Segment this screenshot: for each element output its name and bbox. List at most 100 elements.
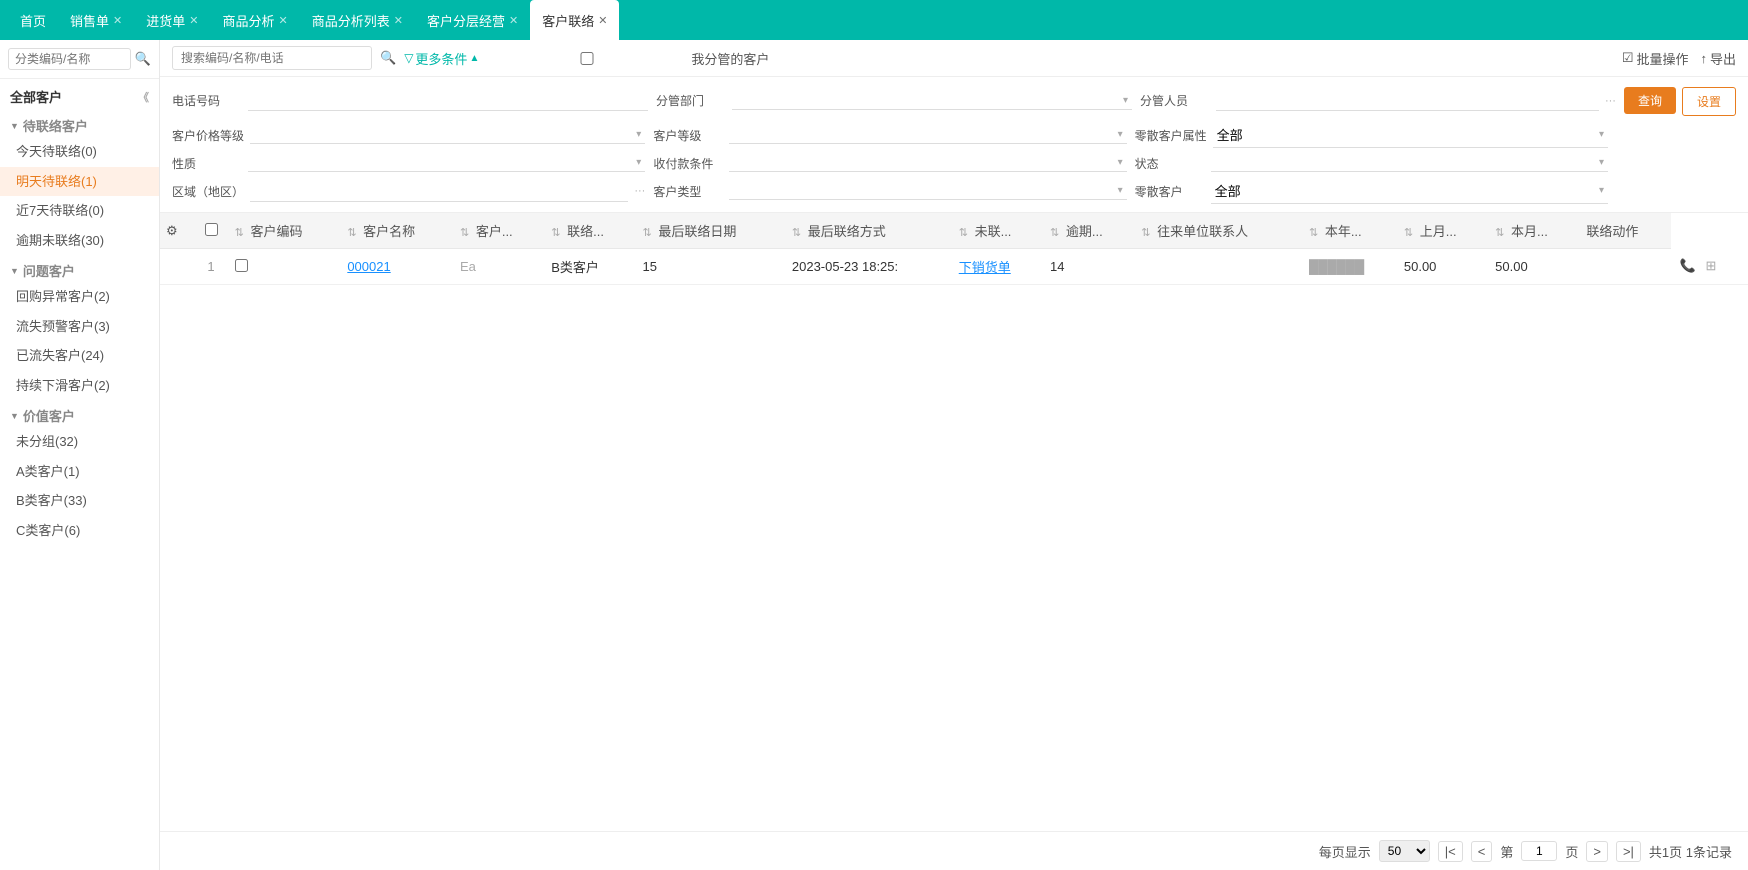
- sidebar-item-abnormal-repurchase[interactable]: 回购异常客户(2): [0, 282, 159, 312]
- last-month-value: 50.00: [1495, 259, 1528, 274]
- filter-nature-label: 性质: [172, 155, 242, 172]
- last-method-link[interactable]: 下销货单: [959, 260, 1011, 275]
- advanced-filter-panel: 电话号码 分管部门 ▾ 分管人员 ··· 查询 设置: [160, 77, 1748, 213]
- next-page-button[interactable]: >: [1586, 841, 1608, 862]
- action-more-icon[interactable]: ⊞: [1706, 258, 1717, 273]
- chevron-down-icon: ▾: [1123, 95, 1128, 106]
- pagination: 每页显示 50 100 200 |< < 第 页 > >| 共1页 1条记录: [160, 831, 1748, 870]
- filter-retail-customer-select[interactable]: 全部 ▾: [1211, 178, 1608, 204]
- chevron-down-icon-6: ▾: [1118, 157, 1123, 168]
- customer-code-link[interactable]: 000021: [347, 259, 390, 274]
- subsection-problem-customers: 问题客户: [0, 255, 159, 282]
- close-customer-layering-icon[interactable]: ✕: [509, 14, 518, 27]
- close-customer-contact-icon[interactable]: ✕: [598, 14, 607, 27]
- nav-home[interactable]: 首页: [8, 0, 58, 40]
- row-checkbox[interactable]: [235, 259, 248, 272]
- col-overdue: ⇅ 逾期...: [1044, 213, 1135, 249]
- filter-dept: 分管部门 ▾: [656, 92, 1132, 110]
- row-last-method-cell: 下销货单: [953, 249, 1044, 285]
- sidebar-search-icon[interactable]: 🔍: [135, 51, 151, 67]
- row-overdue-cell: [1135, 249, 1303, 285]
- filter-price-level-label: 客户价格等级: [172, 127, 244, 144]
- sidebar-item-c-class[interactable]: C类客户(6): [0, 516, 159, 546]
- sidebar-item-today[interactable]: 今天待联络(0): [0, 137, 159, 167]
- sidebar-item-7days[interactable]: 近7天待联络(0): [0, 196, 159, 226]
- all-customers-toggle-icon[interactable]: 《: [138, 89, 149, 105]
- first-page-button[interactable]: |<: [1438, 841, 1463, 862]
- filter-payment-select[interactable]: ▾: [729, 154, 1126, 172]
- filter-bar: 🔍 ▽ 更多条件 ▲ 我分管的客户 ☑ 批量操作 ↑ 导出: [160, 40, 1748, 77]
- col-sort-icon-overdue: ⇅: [1050, 227, 1059, 239]
- filter-nature-select[interactable]: ▾: [248, 154, 645, 172]
- page-label: 第: [1500, 842, 1513, 861]
- batch-op-button[interactable]: ☑ 批量操作: [1622, 49, 1689, 68]
- data-table-area: ⚙ ⇅ 客户编码 ⇅ 客户名称: [160, 213, 1748, 831]
- col-checkbox: [193, 213, 228, 249]
- row-this-month-cell: [1580, 249, 1670, 285]
- settings-icon[interactable]: ⚙: [166, 223, 178, 238]
- row-code-cell: 000021: [341, 249, 454, 285]
- filter-icon: ▽: [404, 51, 413, 65]
- export-button[interactable]: ↑ 导出: [1700, 49, 1736, 68]
- sidebar-item-ungrouped[interactable]: 未分组(32): [0, 427, 159, 457]
- page-number-input[interactable]: [1521, 841, 1557, 861]
- nav-product-analysis-list[interactable]: 商品分析列表 ✕: [300, 0, 415, 40]
- sidebar-item-b-class[interactable]: B类客户(33): [0, 486, 159, 516]
- sidebar-item-tomorrow[interactable]: 明天待联络(1): [0, 167, 159, 197]
- my-customer-checkbox[interactable]: [487, 52, 687, 65]
- sidebar-item-declining[interactable]: 持续下滑客户(2): [0, 371, 159, 401]
- col-customer-name: ⇅ 客户名称: [341, 213, 454, 249]
- row-type-cell: B类客户: [545, 249, 636, 285]
- col-this-year: ⇅ 本年...: [1303, 213, 1398, 249]
- nav-purchase[interactable]: 进货单 ✕: [134, 0, 210, 40]
- filter-customer-type-select[interactable]: ▾: [729, 182, 1126, 200]
- search-button[interactable]: 🔍: [380, 50, 396, 66]
- search-input[interactable]: [172, 46, 372, 70]
- setting-button[interactable]: 设置: [1682, 87, 1736, 116]
- filter-region-more-icon[interactable]: ···: [634, 185, 645, 197]
- filter-manager-more-icon[interactable]: ···: [1605, 95, 1616, 107]
- batch-icon: ☑: [1622, 50, 1634, 66]
- close-purchase-icon[interactable]: ✕: [189, 14, 198, 27]
- close-sales-icon[interactable]: ✕: [113, 14, 122, 27]
- my-customer-checkbox-label[interactable]: 我分管的客户: [487, 49, 769, 68]
- col-sort-icon-code: ⇅: [235, 227, 244, 239]
- sidebar-item-churn-warning[interactable]: 流失预警客户(3): [0, 312, 159, 342]
- filter-customer-level-select[interactable]: ▾: [729, 126, 1126, 144]
- filter-price-level-select[interactable]: ▾: [250, 126, 645, 144]
- filter-customer-level-label: 客户等级: [653, 127, 723, 144]
- filter-dept-select[interactable]: ▾: [732, 92, 1132, 110]
- more-filter-button[interactable]: ▽ 更多条件 ▲: [404, 49, 479, 68]
- filter-retail-attr-select[interactable]: 全部 ▾: [1213, 122, 1608, 148]
- close-product-list-icon[interactable]: ✕: [394, 14, 403, 27]
- prev-page-button[interactable]: <: [1471, 841, 1493, 862]
- sidebar-search-input[interactable]: [8, 48, 131, 70]
- row-action-cell: 📞 ⊞: [1671, 249, 1748, 285]
- sidebar-item-overdue[interactable]: 逾期未联络(30): [0, 226, 159, 256]
- sidebar-item-churned[interactable]: 已流失客户(24): [0, 341, 159, 371]
- nav-customer-contact[interactable]: 客户联络 ✕: [530, 0, 619, 40]
- sidebar-item-a-class[interactable]: A类客户(1): [0, 457, 159, 487]
- col-settings[interactable]: ⚙: [160, 213, 193, 249]
- nav-sales[interactable]: 销售单 ✕: [58, 0, 134, 40]
- last-page-button[interactable]: >|: [1616, 841, 1641, 862]
- nav-customer-layering[interactable]: 客户分层经营 ✕: [415, 0, 530, 40]
- select-all-checkbox[interactable]: [205, 223, 218, 236]
- all-customers-section[interactable]: 全部客户 《: [0, 79, 159, 110]
- query-button[interactable]: 查询: [1624, 87, 1676, 114]
- filter-payment: 收付款条件 ▾: [653, 154, 1126, 172]
- per-page-select[interactable]: 50 100 200: [1379, 840, 1430, 862]
- filter-retail-customer-label: 零散客户: [1135, 183, 1205, 200]
- row-num-cell: 1: [193, 249, 228, 285]
- filter-region-input[interactable]: [250, 181, 628, 202]
- close-product-analysis-icon[interactable]: ✕: [279, 14, 288, 27]
- nav-product-analysis[interactable]: 商品分析 ✕: [210, 0, 299, 40]
- col-sort-icon-this-month: ⇅: [1495, 227, 1504, 239]
- col-last-contact-method: ⇅ 最后联络方式: [786, 213, 953, 249]
- action-call-icon[interactable]: 📞: [1680, 258, 1696, 273]
- filter-manager-input[interactable]: [1216, 90, 1599, 111]
- row-checkbox-cell: [229, 249, 342, 285]
- filter-phone-input[interactable]: [248, 90, 648, 111]
- filter-status-select[interactable]: ▾: [1211, 154, 1608, 172]
- col-this-month: ⇅ 本月...: [1489, 213, 1580, 249]
